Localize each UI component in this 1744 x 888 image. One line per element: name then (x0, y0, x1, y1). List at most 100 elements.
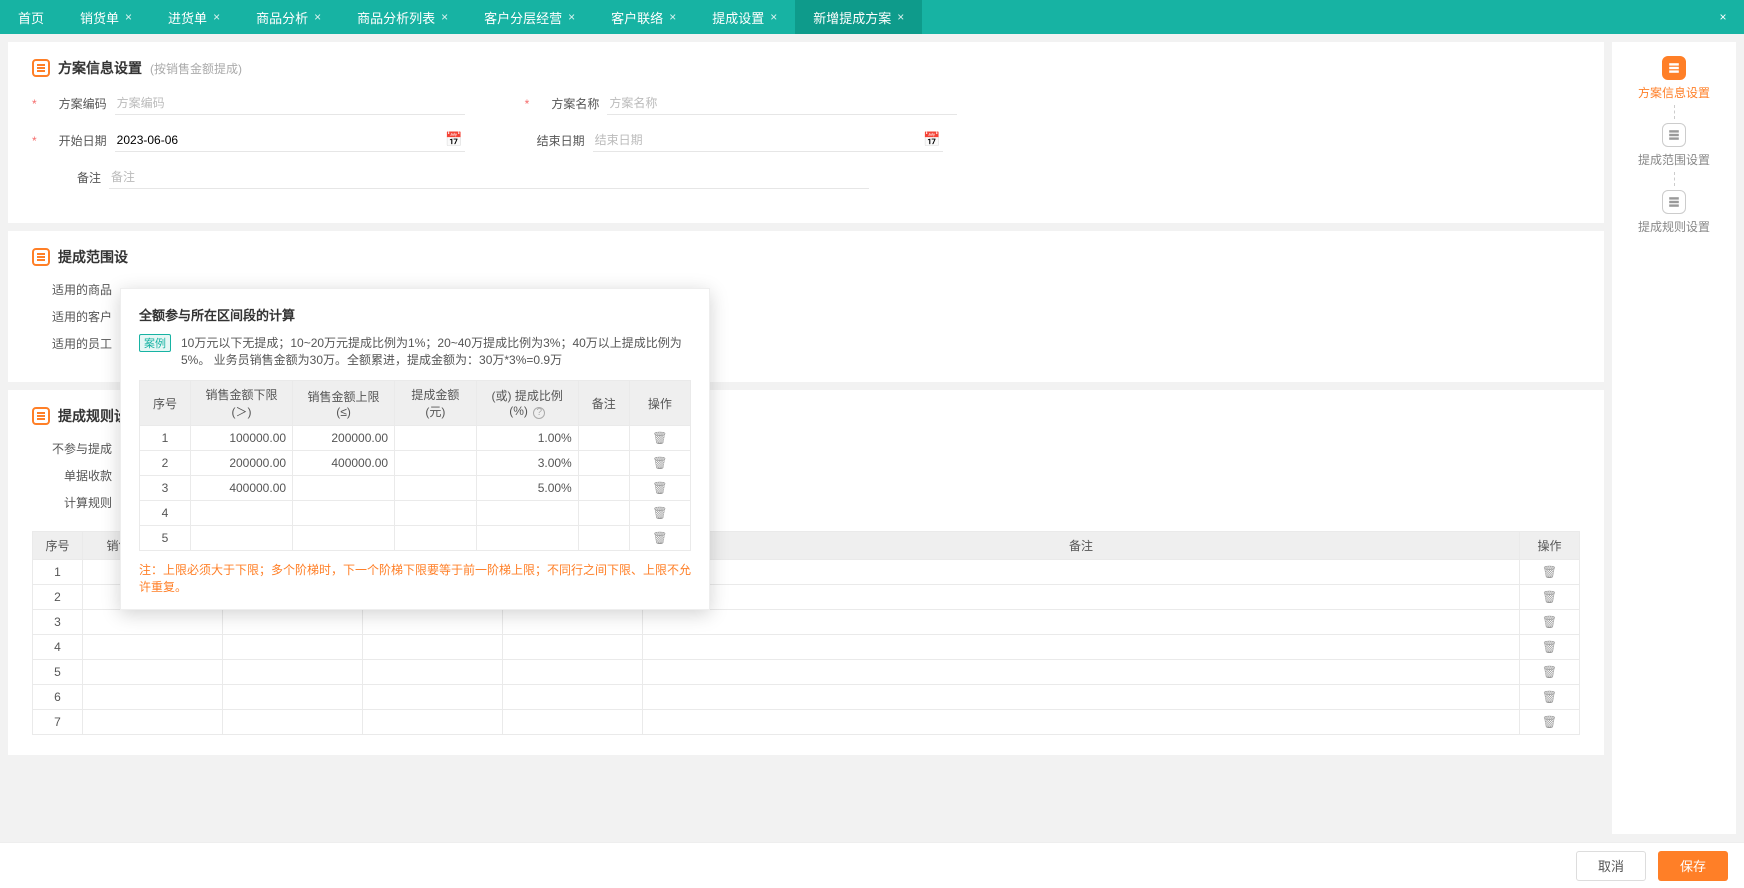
cell-amount[interactable] (363, 610, 503, 635)
close-icon[interactable]: × (568, 10, 575, 24)
cell-amount[interactable] (363, 685, 503, 710)
delete-icon[interactable]: 🗑 (652, 481, 667, 495)
delete-icon[interactable]: 🗑 (652, 431, 667, 445)
delete-icon[interactable]: 🗑 (1542, 615, 1557, 629)
cell-remark[interactable] (643, 710, 1520, 735)
close-icon[interactable]: × (897, 10, 904, 24)
close-icon[interactable]: × (213, 10, 220, 24)
close-all-tabs[interactable]: × (1708, 0, 1738, 34)
table-row[interactable]: 7🗑 (33, 710, 1580, 735)
cell-amount[interactable] (363, 635, 503, 660)
step-info[interactable]: 方案信息设置 (1638, 56, 1710, 101)
panel-plan-info: 方案信息设置 (按销售金额提成) * 方案编码 * 方案名称 * 开始 (8, 42, 1604, 223)
cell-remark[interactable] (643, 585, 1520, 610)
calendar-icon[interactable]: 📅 (923, 131, 940, 148)
cell-upper[interactable] (223, 660, 363, 685)
cell-upper[interactable] (223, 710, 363, 735)
cell-ratio[interactable] (503, 660, 643, 685)
close-icon[interactable]: × (441, 10, 448, 24)
tab-商品分析列表[interactable]: 商品分析列表× (339, 0, 466, 34)
close-icon[interactable]: × (669, 10, 676, 24)
delete-icon[interactable]: 🗑 (1542, 665, 1557, 679)
tab-新增提成方案[interactable]: 新增提成方案× (795, 0, 922, 34)
delete-icon[interactable]: 🗑 (1542, 640, 1557, 654)
remark-input[interactable] (109, 166, 869, 189)
tab-客户联络[interactable]: 客户联络× (593, 0, 694, 34)
cancel-button[interactable]: 取消 (1576, 851, 1646, 881)
cell-ratio[interactable] (503, 685, 643, 710)
panel-scope-title-text: 提成范围设 (58, 247, 128, 267)
cell-idx: 4 (33, 635, 83, 660)
tab-首页[interactable]: 首页 (0, 0, 62, 34)
delete-icon[interactable]: 🗑 (652, 506, 667, 520)
tab-进货单[interactable]: 进货单 × (150, 0, 238, 34)
tab-客户分层经营[interactable]: 客户分层经营 × (466, 0, 593, 34)
panel-icon (32, 407, 50, 425)
save-button[interactable]: 保存 (1658, 851, 1728, 881)
delete-icon[interactable]: 🗑 (652, 531, 667, 545)
cell-lower (191, 501, 293, 526)
cell-remark[interactable] (643, 685, 1520, 710)
close-icon[interactable]: × (125, 10, 132, 24)
cell-amount (395, 526, 477, 551)
table-row[interactable]: 6🗑 (33, 685, 1580, 710)
delete-icon[interactable]: 🗑 (1542, 715, 1557, 729)
start-date-input[interactable] (115, 129, 465, 152)
table-row[interactable]: 3🗑 (33, 610, 1580, 635)
cell-lower[interactable] (83, 660, 223, 685)
delete-icon[interactable]: 🗑 (652, 456, 667, 470)
tab-label: 进货单 (168, 8, 207, 27)
close-icon[interactable]: × (314, 10, 321, 24)
delete-icon[interactable]: 🗑 (1542, 690, 1557, 704)
cell-remark[interactable] (643, 660, 1520, 685)
cell-amount[interactable] (363, 660, 503, 685)
plan-name-input[interactable] (607, 92, 957, 115)
field-remark: 备注 (32, 166, 869, 189)
step-rule[interactable]: 提成规则设置 (1638, 190, 1710, 235)
cell-amount[interactable] (363, 710, 503, 735)
table-row[interactable]: 5🗑 (33, 660, 1580, 685)
cell-idx: 3 (140, 476, 191, 501)
cell-upper (293, 476, 395, 501)
cell-lower[interactable] (83, 685, 223, 710)
tab-label: 客户分层经营 (484, 8, 562, 27)
plan-code-input[interactable] (115, 92, 465, 115)
panel-icon (32, 248, 50, 266)
t-col-ratio: (或) 提成比例 (%) ? (476, 381, 578, 426)
delete-icon[interactable]: 🗑 (1542, 590, 1557, 604)
scope-emp-label: 适用的员工 (32, 335, 112, 352)
cell-upper[interactable] (223, 610, 363, 635)
delete-icon[interactable]: 🗑 (1542, 565, 1557, 579)
calc-rule-label: 计算规则 (32, 494, 112, 511)
cell-upper[interactable] (223, 685, 363, 710)
cell-ratio: 1.00% (476, 426, 578, 451)
cell-idx: 5 (140, 526, 191, 551)
cell-ratio[interactable] (503, 635, 643, 660)
cell-remark (578, 451, 629, 476)
cell-ratio[interactable] (503, 610, 643, 635)
calendar-icon[interactable]: 📅 (445, 131, 462, 148)
cell-lower[interactable] (83, 610, 223, 635)
cell-remark[interactable] (643, 635, 1520, 660)
tab-销货单[interactable]: 销货单× (62, 0, 150, 34)
close-icon[interactable]: × (770, 10, 777, 24)
tab-提成设置[interactable]: 提成设置× (694, 0, 795, 34)
end-date-input[interactable] (593, 129, 943, 152)
cell-lower[interactable] (83, 635, 223, 660)
cell-idx: 2 (140, 451, 191, 476)
field-plan-code: * 方案编码 (32, 92, 465, 115)
cell-ratio[interactable] (503, 710, 643, 735)
table-row: 5🗑 (140, 526, 691, 551)
cell-op: 🗑 (1520, 560, 1580, 585)
col-idx: 序号 (33, 532, 83, 560)
field-end-date: 结束日期 📅 (525, 129, 943, 152)
tab-商品分析[interactable]: 商品分析× (238, 0, 339, 34)
cell-lower[interactable] (83, 710, 223, 735)
table-row[interactable]: 4🗑 (33, 635, 1580, 660)
cell-remark[interactable] (643, 560, 1520, 585)
cell-upper[interactable] (223, 635, 363, 660)
step-scope[interactable]: 提成范围设置 (1638, 123, 1710, 168)
help-icon[interactable]: ? (533, 407, 545, 419)
cell-idx: 1 (33, 560, 83, 585)
cell-remark[interactable] (643, 610, 1520, 635)
